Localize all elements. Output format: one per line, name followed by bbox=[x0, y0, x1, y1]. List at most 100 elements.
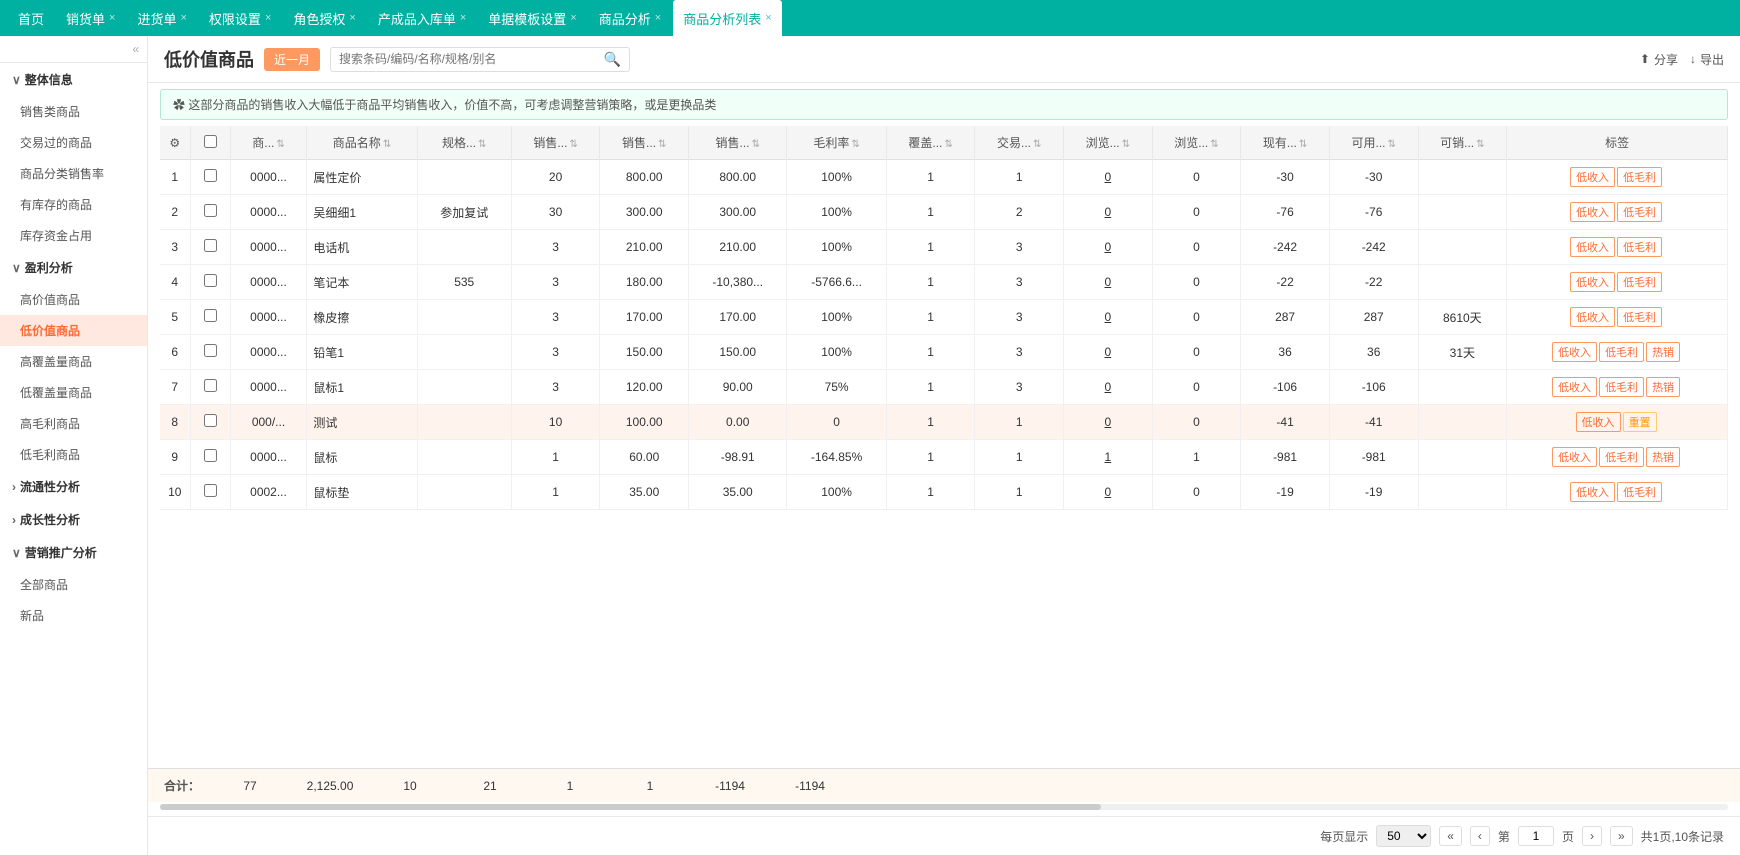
views1[interactable]: 0 bbox=[1064, 335, 1153, 370]
sidebar-item-高毛利商品[interactable]: 高毛利商品 bbox=[0, 408, 147, 439]
export-button[interactable]: ↓ 导出 bbox=[1690, 51, 1724, 68]
nav-close-进货单[interactable]: × bbox=[180, 12, 186, 24]
row-checkbox[interactable] bbox=[190, 475, 230, 510]
row-checkbox[interactable] bbox=[190, 230, 230, 265]
nav-item-销货单[interactable]: 销货单 × bbox=[56, 0, 125, 36]
views1[interactable]: 0 bbox=[1064, 370, 1153, 405]
sales-qty: 1 bbox=[511, 475, 600, 510]
nav-close-单据模板设置[interactable]: × bbox=[570, 12, 576, 24]
sales-profit: 90.00 bbox=[689, 370, 787, 405]
sidebar-item-高价值商品[interactable]: 高价值商品 bbox=[0, 284, 147, 315]
nav-item-进货单[interactable]: 进货单 × bbox=[127, 0, 196, 36]
nav-item-单据模板设置[interactable]: 单据模板设置 × bbox=[478, 0, 586, 36]
filter-button[interactable]: 近一月 bbox=[264, 48, 320, 71]
nav-item-产成品入库单[interactable]: 产成品入库单 × bbox=[368, 0, 476, 36]
page-size-select[interactable]: 50 100 200 bbox=[1376, 825, 1431, 847]
product-tag: 低收入 bbox=[1570, 482, 1615, 502]
views1[interactable]: 0 bbox=[1064, 195, 1153, 230]
nav-item-商品分析列表[interactable]: 商品分析列表 × bbox=[673, 0, 781, 36]
sidebar-item-全部商品[interactable]: 全部商品 bbox=[0, 569, 147, 600]
sidebar-item-高覆盖量商品[interactable]: 高覆盖量商品 bbox=[0, 346, 147, 377]
views1[interactable]: 0 bbox=[1064, 475, 1153, 510]
sidebar-item-低毛利商品[interactable]: 低毛利商品 bbox=[0, 439, 147, 470]
row-checkbox[interactable] bbox=[190, 265, 230, 300]
horizontal-scrollbar[interactable] bbox=[160, 804, 1728, 810]
product-tag: 低毛利 bbox=[1617, 167, 1662, 187]
product-name: 鼠标 bbox=[307, 440, 417, 475]
last-page-button[interactable]: » bbox=[1610, 826, 1633, 846]
first-page-button[interactable]: « bbox=[1439, 826, 1462, 846]
nav-item-商品分析[interactable]: 商品分析 × bbox=[589, 0, 671, 36]
tags: 低收入低毛利 bbox=[1507, 475, 1728, 510]
coverage: 1 bbox=[886, 370, 975, 405]
sidebar-item-新品[interactable]: 新品 bbox=[0, 600, 147, 631]
col-s1: 销售...⇅ bbox=[511, 126, 600, 160]
sidebar-group-营销推广分析[interactable]: ∨营销推广分析 bbox=[0, 536, 147, 569]
group-arrow-icon: › bbox=[12, 513, 16, 527]
nav-close-销货单[interactable]: × bbox=[109, 12, 115, 24]
scrollbar-thumb[interactable] bbox=[160, 804, 1101, 810]
settings-col: ⚙ bbox=[160, 126, 190, 160]
next-page-button[interactable]: › bbox=[1582, 826, 1602, 846]
views1[interactable]: 1 bbox=[1064, 440, 1153, 475]
row-checkbox[interactable] bbox=[190, 160, 230, 195]
sidebar-item-库存资金占用[interactable]: 库存资金占用 bbox=[0, 220, 147, 251]
coverage: 1 bbox=[886, 300, 975, 335]
views1[interactable]: 0 bbox=[1064, 160, 1153, 195]
transactions: 1 bbox=[975, 160, 1064, 195]
nav-item-权限设置[interactable]: 权限设置 × bbox=[199, 0, 281, 36]
nav-item-首页[interactable]: 首页 bbox=[8, 0, 54, 36]
nav-close-产成品入库单[interactable]: × bbox=[460, 12, 466, 24]
page-label-after: 页 bbox=[1562, 828, 1574, 845]
nav-item-角色授权[interactable]: 角色授权 × bbox=[283, 0, 365, 36]
sales-profit: 170.00 bbox=[689, 300, 787, 335]
views1[interactable]: 0 bbox=[1064, 300, 1153, 335]
available: -242 bbox=[1329, 230, 1418, 265]
nav-close-商品分析[interactable]: × bbox=[655, 12, 661, 24]
row-checkbox[interactable] bbox=[190, 440, 230, 475]
product-code: 0000... bbox=[230, 230, 307, 265]
sales-amount: 100.00 bbox=[600, 405, 689, 440]
table-row: 90000...鼠标160.00-98.91-164.85%1111-981-9… bbox=[160, 440, 1728, 475]
views2: 0 bbox=[1152, 300, 1241, 335]
transactions: 1 bbox=[975, 475, 1064, 510]
row-checkbox[interactable] bbox=[190, 370, 230, 405]
sidebar-item-低价值商品[interactable]: 低价值商品 bbox=[0, 315, 147, 346]
sidebar-item-交易过的商品[interactable]: 交易过的商品 bbox=[0, 127, 147, 158]
row-checkbox[interactable] bbox=[190, 335, 230, 370]
available: -30 bbox=[1329, 160, 1418, 195]
sidebar-group-整体信息[interactable]: ∨整体信息 bbox=[0, 63, 147, 96]
prev-page-button[interactable]: ‹ bbox=[1470, 826, 1490, 846]
product-code: 0002... bbox=[230, 475, 307, 510]
search-icon[interactable]: 🔍 bbox=[604, 51, 621, 68]
page-number-input[interactable] bbox=[1518, 826, 1554, 846]
views1[interactable]: 0 bbox=[1064, 265, 1153, 300]
select-all-checkbox[interactable] bbox=[204, 135, 217, 148]
gear-icon[interactable]: ⚙ bbox=[169, 136, 180, 150]
sidebar-group-流通性分析[interactable]: ›流通性分析 bbox=[0, 470, 147, 503]
sidebar-group-成长性分析[interactable]: ›成长性分析 bbox=[0, 503, 147, 536]
sidebar-collapse-button[interactable]: « bbox=[0, 36, 147, 63]
search-input[interactable] bbox=[339, 52, 598, 66]
saleable-days bbox=[1418, 265, 1507, 300]
nav-close-商品分析列表[interactable]: × bbox=[765, 12, 771, 24]
share-button[interactable]: ⬆ 分享 bbox=[1640, 51, 1678, 68]
row-checkbox[interactable] bbox=[190, 300, 230, 335]
sidebar-group-盈利分析[interactable]: ∨盈利分析 bbox=[0, 251, 147, 284]
views1[interactable]: 0 bbox=[1064, 405, 1153, 440]
product-code: 0000... bbox=[230, 440, 307, 475]
sidebar-item-低覆盖量商品[interactable]: 低覆盖量商品 bbox=[0, 377, 147, 408]
product-tag: 低收入 bbox=[1552, 447, 1597, 467]
sidebar-item-商品分类销售率[interactable]: 商品分类销售率 bbox=[0, 158, 147, 189]
share-icon: ⬆ bbox=[1640, 52, 1650, 66]
saleable-days: 31天 bbox=[1418, 335, 1507, 370]
sidebar-item-销售类商品[interactable]: 销售类商品 bbox=[0, 96, 147, 127]
views1[interactable]: 0 bbox=[1064, 230, 1153, 265]
nav-close-权限设置[interactable]: × bbox=[265, 12, 271, 24]
row-checkbox[interactable] bbox=[190, 405, 230, 440]
row-checkbox[interactable] bbox=[190, 195, 230, 230]
product-tag: 低毛利 bbox=[1617, 482, 1662, 502]
table-footer: 合计： 77 2,125.00 10 21 1 1 -1194 -1194 bbox=[148, 768, 1740, 802]
sidebar-item-有库存的商品[interactable]: 有库存的商品 bbox=[0, 189, 147, 220]
nav-close-角色授权[interactable]: × bbox=[349, 12, 355, 24]
